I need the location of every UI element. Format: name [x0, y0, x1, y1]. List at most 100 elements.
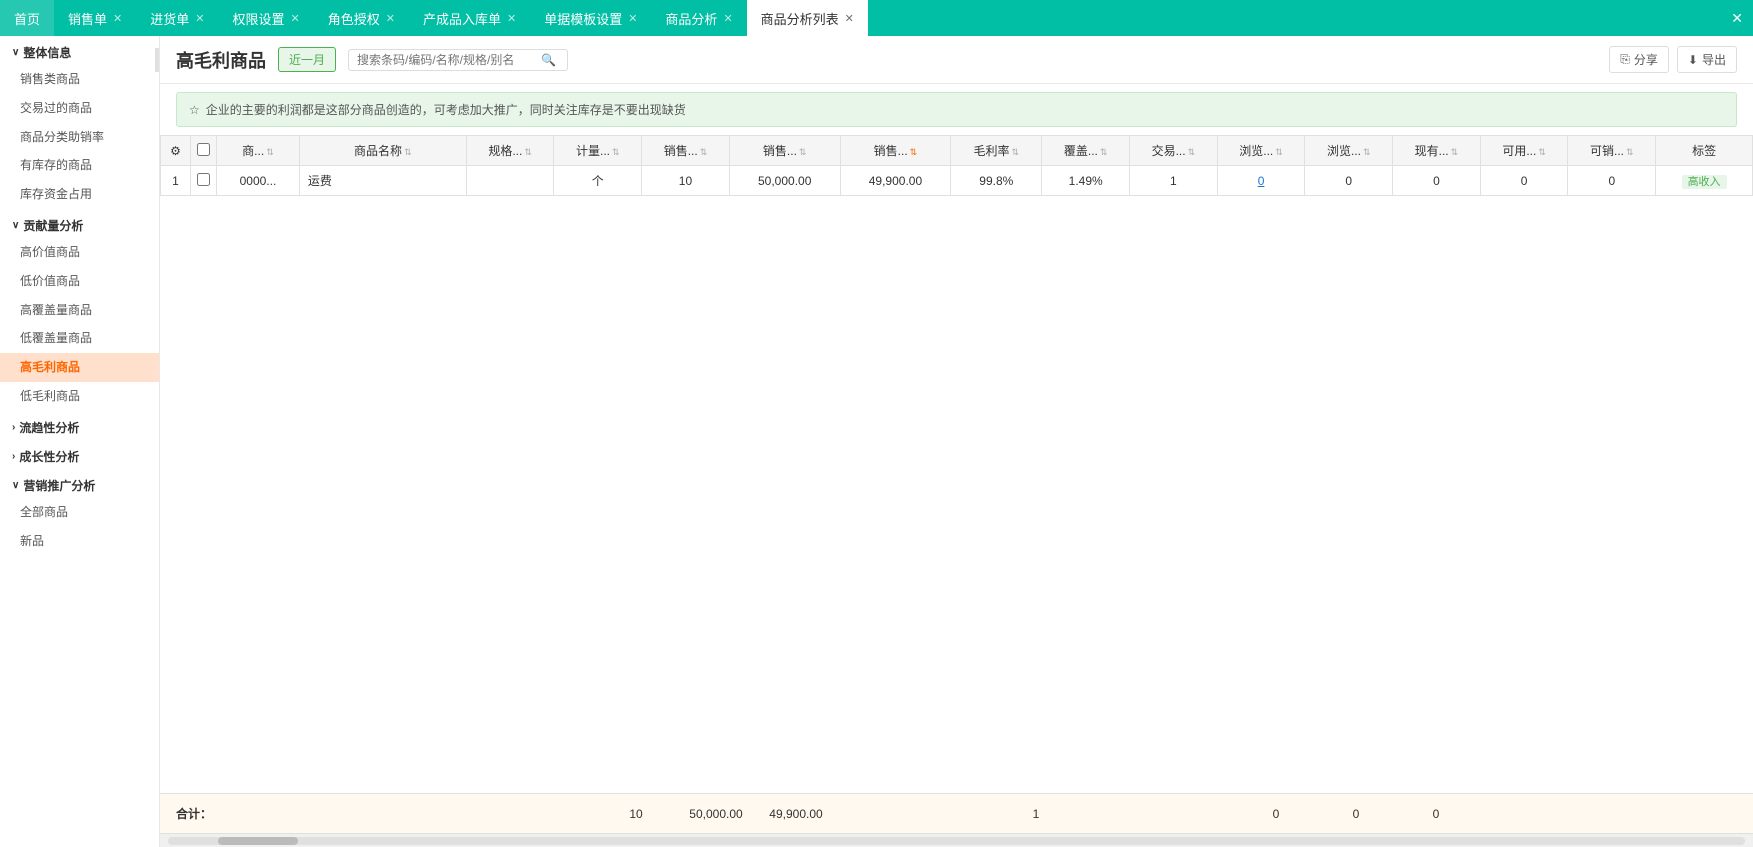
row-unit: 个	[554, 166, 642, 196]
sidebar-item-traded-goods[interactable]: 交易过的商品	[0, 94, 159, 123]
chevron-down-icon: ∨	[12, 47, 19, 58]
row-views2: 0	[1305, 166, 1393, 196]
sidebar-item-sales-goods[interactable]: 销售类商品	[0, 65, 159, 94]
table-container: ⚙ 商...⇅ 商品名称⇅ 规格...⇅ 计量...⇅ 销售...⇅ 销售...…	[160, 135, 1753, 793]
sidebar-section-growth[interactable]: › 成长性分析	[0, 440, 159, 469]
col-name[interactable]: 商品名称⇅	[299, 136, 466, 166]
share-icon: ⎘	[1620, 52, 1630, 67]
col-unit[interactable]: 计量...⇅	[554, 136, 642, 166]
row-checkbox	[191, 166, 217, 196]
window-controls: ✕	[1721, 0, 1753, 36]
col-stock-current[interactable]: 现有...⇅	[1393, 136, 1481, 166]
summary-sales-amount: 50,000.00	[676, 807, 756, 821]
nav-product-analysis[interactable]: 商品分析 ✕	[651, 0, 746, 36]
sidebar-item-low-coverage[interactable]: 低覆盖量商品	[0, 324, 159, 353]
row-sales-count: 10	[642, 166, 730, 196]
info-banner: ☆ 企业的主要的利润都是这部分商品创造的，可考虑加大推广，同时关注库存是不要出现…	[176, 92, 1737, 127]
nav-permission-settings[interactable]: 权限设置 ✕	[218, 0, 313, 36]
table-row: 1 0000... 运费 个 10 50,000.00 49,900.00 99…	[161, 166, 1753, 196]
scroll-track	[168, 837, 1745, 845]
col-sales-cost[interactable]: 销售...⇅	[840, 136, 951, 166]
close-purchase-order[interactable]: ✕	[195, 12, 204, 25]
sidebar-item-high-margin[interactable]: 高毛利商品	[0, 353, 159, 382]
row-stock-current: 0	[1393, 166, 1481, 196]
nav-purchase-order[interactable]: 进货单 ✕	[136, 0, 218, 36]
sidebar-toggle[interactable]: «	[155, 48, 160, 72]
summary-transactions: 1	[996, 807, 1076, 821]
row-gross-margin: 99.8%	[951, 166, 1042, 196]
nav-role-auth[interactable]: 角色授权 ✕	[314, 0, 409, 36]
col-sales-amount[interactable]: 销售...⇅	[729, 136, 840, 166]
nav-home[interactable]: 首页	[0, 0, 54, 36]
close-role-auth[interactable]: ✕	[386, 12, 395, 25]
nav-sales-order[interactable]: 销售单 ✕	[54, 0, 136, 36]
col-views1[interactable]: 浏览...⇅	[1217, 136, 1305, 166]
filter-recent-month[interactable]: 近一月	[278, 47, 336, 72]
close-template-settings[interactable]: ✕	[628, 12, 637, 25]
content-header: 高毛利商品 近一月 🔍 ⎘ 分享 ⬇ 导出	[160, 36, 1753, 84]
col-spec[interactable]: 规格...⇅	[466, 136, 554, 166]
sidebar-item-all-goods[interactable]: 全部商品	[0, 498, 159, 527]
sidebar-item-new-goods[interactable]: 新品	[0, 527, 159, 556]
col-coverage[interactable]: 覆盖...⇅	[1042, 136, 1130, 166]
scroll-thumb[interactable]	[218, 837, 298, 845]
nav-product-inbound[interactable]: 产成品入库单 ✕	[409, 0, 530, 36]
col-sales-count[interactable]: 销售...⇅	[642, 136, 730, 166]
sidebar-item-low-value[interactable]: 低价值商品	[0, 267, 159, 296]
close-product-inbound[interactable]: ✕	[507, 12, 516, 25]
close-permission-settings[interactable]: ✕	[291, 12, 300, 25]
col-views2[interactable]: 浏览...⇅	[1305, 136, 1393, 166]
export-icon: ⬇	[1688, 53, 1698, 67]
sidebar-item-high-coverage[interactable]: 高覆盖量商品	[0, 296, 159, 325]
chevron-right-icon-2: ›	[12, 451, 15, 462]
row-select-checkbox[interactable]	[197, 173, 210, 186]
nav-template-settings[interactable]: 单据模板设置 ✕	[530, 0, 651, 36]
col-tag: 标签	[1656, 136, 1753, 166]
row-tag: 高收入	[1656, 166, 1753, 196]
row-index: 1	[161, 166, 191, 196]
window-close-icon[interactable]: ✕	[1721, 10, 1753, 27]
sidebar-item-in-stock[interactable]: 有库存的商品	[0, 151, 159, 180]
nav-product-analysis-list[interactable]: 商品分析列表 ✕	[747, 0, 868, 36]
row-spec	[466, 166, 554, 196]
sidebar-section-contribution[interactable]: ∨ 贡献量分析	[0, 209, 159, 238]
col-stock-available[interactable]: 可用...⇅	[1480, 136, 1568, 166]
export-button[interactable]: ⬇ 导出	[1677, 46, 1737, 73]
bottom-scrollbar[interactable]	[160, 833, 1753, 847]
header-actions: ⎘ 分享 ⬇ 导出	[1609, 46, 1737, 73]
row-code: 0000...	[217, 166, 300, 196]
data-table: ⚙ 商...⇅ 商品名称⇅ 规格...⇅ 计量...⇅ 销售...⇅ 销售...…	[160, 135, 1753, 196]
search-box: 🔍	[348, 49, 568, 71]
search-input[interactable]	[357, 53, 537, 67]
sidebar-item-high-value[interactable]: 高价值商品	[0, 238, 159, 267]
summary-label: 合计：	[176, 805, 276, 822]
search-icon[interactable]: 🔍	[541, 53, 556, 67]
col-transactions[interactable]: 交易...⇅	[1130, 136, 1218, 166]
row-views1[interactable]: 0	[1217, 166, 1305, 196]
table-header-row: ⚙ 商...⇅ 商品名称⇅ 规格...⇅ 计量...⇅ 销售...⇅ 销售...…	[161, 136, 1753, 166]
summary-stock-sellable: 0	[1396, 807, 1476, 821]
chevron-down-icon-2: ∨	[12, 220, 19, 231]
close-product-analysis-list[interactable]: ✕	[845, 12, 854, 25]
col-code[interactable]: 商...⇅	[217, 136, 300, 166]
col-settings[interactable]: ⚙	[161, 136, 191, 166]
row-sales-amount: 50,000.00	[729, 166, 840, 196]
summary-bar: 合计： 10 50,000.00 49,900.00 1 0 0 0	[160, 793, 1753, 833]
row-transactions: 1	[1130, 166, 1218, 196]
select-all-checkbox[interactable]	[197, 143, 210, 156]
sidebar-section-overall[interactable]: ∨ 整体信息	[0, 36, 159, 65]
summary-sales-count: 10	[596, 807, 676, 821]
close-product-analysis[interactable]: ✕	[723, 12, 732, 25]
col-gross-margin[interactable]: 毛利率⇅	[951, 136, 1042, 166]
col-stock-sellable[interactable]: 可销...⇅	[1568, 136, 1656, 166]
row-name[interactable]: 运费	[299, 166, 466, 196]
top-navigation: 首页 销售单 ✕ 进货单 ✕ 权限设置 ✕ 角色授权 ✕ 产成品入库单 ✕ 单据…	[0, 0, 1753, 36]
sidebar-item-stock-capital[interactable]: 库存资金占用	[0, 180, 159, 209]
col-checkbox	[191, 136, 217, 166]
sidebar-section-marketing[interactable]: ∨ 营销推广分析	[0, 469, 159, 498]
sidebar-item-category-rate[interactable]: 商品分类助销率	[0, 123, 159, 152]
sidebar-section-flow[interactable]: › 流趋性分析	[0, 411, 159, 440]
sidebar-item-low-margin[interactable]: 低毛利商品	[0, 382, 159, 411]
close-sales-order[interactable]: ✕	[113, 12, 122, 25]
share-button[interactable]: ⎘ 分享	[1609, 46, 1669, 73]
